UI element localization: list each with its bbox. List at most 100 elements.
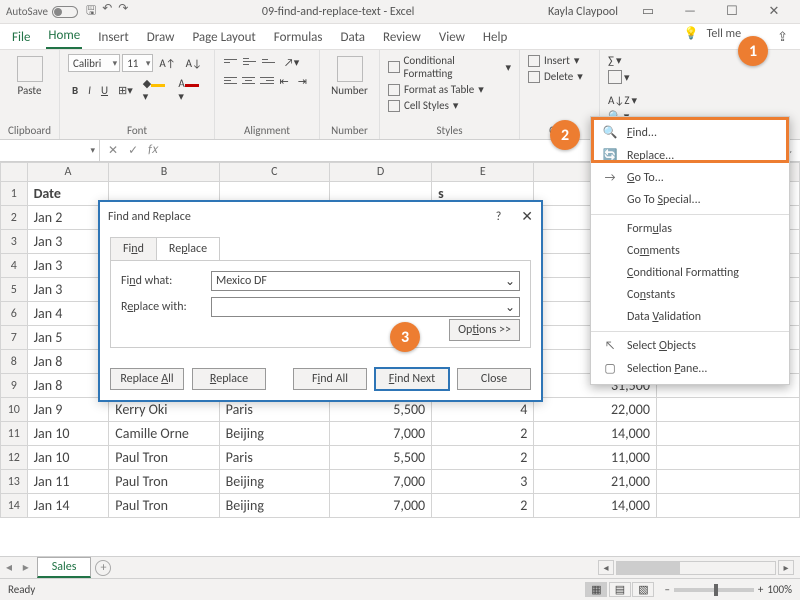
dialog-close-icon[interactable]: ✕ [521, 208, 533, 225]
cell[interactable]: Beijing [219, 470, 329, 494]
cell[interactable]: Paul Tron [109, 446, 219, 470]
dialog-tab-find[interactable]: Find [110, 237, 157, 260]
tab-help[interactable]: Help [481, 26, 509, 49]
bold-button[interactable]: B [68, 82, 82, 99]
grow-font-icon[interactable]: A↑ [155, 55, 179, 72]
save-icon[interactable]: 🖫 [86, 1, 96, 22]
cell[interactable]: Beijing [219, 422, 329, 446]
ribbon-display-icon[interactable]: ▭ [628, 4, 668, 19]
col-header[interactable]: E [432, 163, 534, 182]
zoom-in-icon[interactable]: + [758, 583, 763, 596]
cell[interactable]: Jan 5 [27, 326, 109, 350]
menu-formulas[interactable]: Formulas [591, 218, 789, 240]
inc-indent-icon[interactable]: ⇥ [294, 73, 311, 90]
share-icon[interactable]: ⇪ [775, 26, 790, 49]
cell[interactable]: 22,000 [534, 398, 657, 422]
cancel-fx-icon[interactable]: ✕ [108, 143, 118, 158]
font-color-button[interactable]: A▾ [174, 75, 206, 105]
row-header[interactable]: 11 [1, 422, 28, 446]
hscroll-track[interactable] [616, 561, 776, 575]
font-name-combo[interactable]: Calibri [68, 54, 120, 72]
col-header[interactable]: A [27, 163, 109, 182]
align-left-icon[interactable] [223, 73, 240, 87]
col-header[interactable]: D [329, 163, 431, 182]
cell[interactable]: 2 [432, 446, 534, 470]
close-icon[interactable]: ✕ [754, 4, 794, 19]
cell[interactable]: 14,000 [534, 422, 657, 446]
cell[interactable]: Jan 4 [27, 302, 109, 326]
cell[interactable]: Jan 3 [27, 278, 109, 302]
cell[interactable]: 21,000 [534, 470, 657, 494]
cell[interactable]: Jan 2 [27, 206, 109, 230]
add-sheet-button[interactable]: + [95, 560, 111, 576]
tab-draw[interactable]: Draw [145, 26, 177, 49]
cell[interactable]: Jan 8 [27, 374, 109, 398]
number-format-button[interactable]: Number [328, 54, 371, 99]
cell[interactable]: Jan 9 [27, 398, 109, 422]
row-header[interactable]: 3 [1, 230, 28, 254]
options-button[interactable]: Options >> [449, 319, 520, 341]
row-header[interactable]: 9 [1, 374, 28, 398]
menu-goto[interactable]: →Go To... [591, 167, 789, 189]
tab-home[interactable]: Home [46, 24, 82, 49]
row-header[interactable]: 7 [1, 326, 28, 350]
autosave-toggle[interactable] [52, 6, 78, 18]
zoom-slider[interactable] [674, 588, 754, 592]
cell[interactable]: Paul Tron [109, 494, 219, 518]
scroll-left-icon[interactable]: ◂ [598, 560, 614, 575]
align-center-icon[interactable] [241, 73, 258, 87]
sort-filter-button[interactable]: A↓Z▾ [608, 94, 792, 107]
close-button[interactable]: Close [457, 368, 531, 390]
menu-comments[interactable]: Comments [591, 240, 789, 262]
normal-view-icon[interactable]: ▦ [585, 582, 607, 597]
scroll-right-icon[interactable]: ▸ [778, 560, 794, 575]
tab-view[interactable]: View [437, 26, 467, 49]
orientation-icon[interactable]: ↗▾ [280, 54, 303, 71]
dec-indent-icon[interactable]: ⇤ [276, 73, 293, 90]
menu-goto-special[interactable]: Go To Special... [591, 189, 789, 211]
redo-icon[interactable]: ↷ [118, 1, 128, 22]
cell[interactable]: Date [27, 182, 109, 206]
undo-icon[interactable]: ↶ [102, 1, 112, 22]
page-layout-view-icon[interactable]: ▤ [609, 582, 631, 597]
menu-selection-pane[interactable]: ▢Selection Pane... [591, 357, 789, 380]
find-what-input[interactable]: Mexico DF [211, 271, 520, 291]
dialog-tab-replace[interactable]: Replace [156, 237, 220, 260]
row-header[interactable]: 1 [1, 182, 28, 206]
cell[interactable]: 2 [432, 422, 534, 446]
tab-review[interactable]: Review [381, 26, 423, 49]
underline-button[interactable]: U [97, 82, 112, 99]
align-middle-icon[interactable] [242, 54, 260, 68]
tab-formulas[interactable]: Formulas [272, 26, 325, 49]
cell[interactable]: Jan 10 [27, 422, 109, 446]
cell[interactable]: Jan 3 [27, 254, 109, 278]
delete-cells-button[interactable]: Delete▾ [528, 70, 591, 83]
maximize-icon[interactable]: ☐ [712, 4, 752, 19]
name-box[interactable] [0, 140, 100, 161]
row-header[interactable]: 13 [1, 470, 28, 494]
tab-page-layout[interactable]: Page Layout [190, 26, 257, 49]
cell[interactable]: 7,000 [329, 494, 431, 518]
align-top-icon[interactable] [223, 54, 241, 68]
zoom-out-icon[interactable]: – [664, 583, 669, 596]
col-header[interactable]: B [109, 163, 219, 182]
row-header[interactable]: 12 [1, 446, 28, 470]
cell[interactable]: 5,500 [329, 446, 431, 470]
cell[interactable]: Paris [219, 446, 329, 470]
cell[interactable]: 11,000 [534, 446, 657, 470]
dialog-help-icon[interactable]: ? [496, 210, 502, 224]
view-buttons[interactable]: ▦ ▤ ▧ [586, 582, 654, 597]
menu-replace[interactable]: 🔄Replace... [591, 144, 789, 167]
insert-cells-button[interactable]: Insert▾ [528, 54, 591, 67]
cell[interactable]: Paul Tron [109, 470, 219, 494]
cell[interactable]: Jan 14 [27, 494, 109, 518]
fx-icon[interactable]: f𝑥 [148, 143, 158, 158]
select-all[interactable] [1, 163, 28, 182]
row-header[interactable]: 5 [1, 278, 28, 302]
cell[interactable]: Beijing [219, 494, 329, 518]
cell[interactable]: 2 [432, 494, 534, 518]
border-button[interactable]: ⊞▾ [114, 82, 137, 99]
cell[interactable]: 14,000 [534, 494, 657, 518]
sheet-tab-sales[interactable]: Sales [37, 557, 92, 578]
fill-button[interactable]: ▾ [608, 70, 792, 84]
